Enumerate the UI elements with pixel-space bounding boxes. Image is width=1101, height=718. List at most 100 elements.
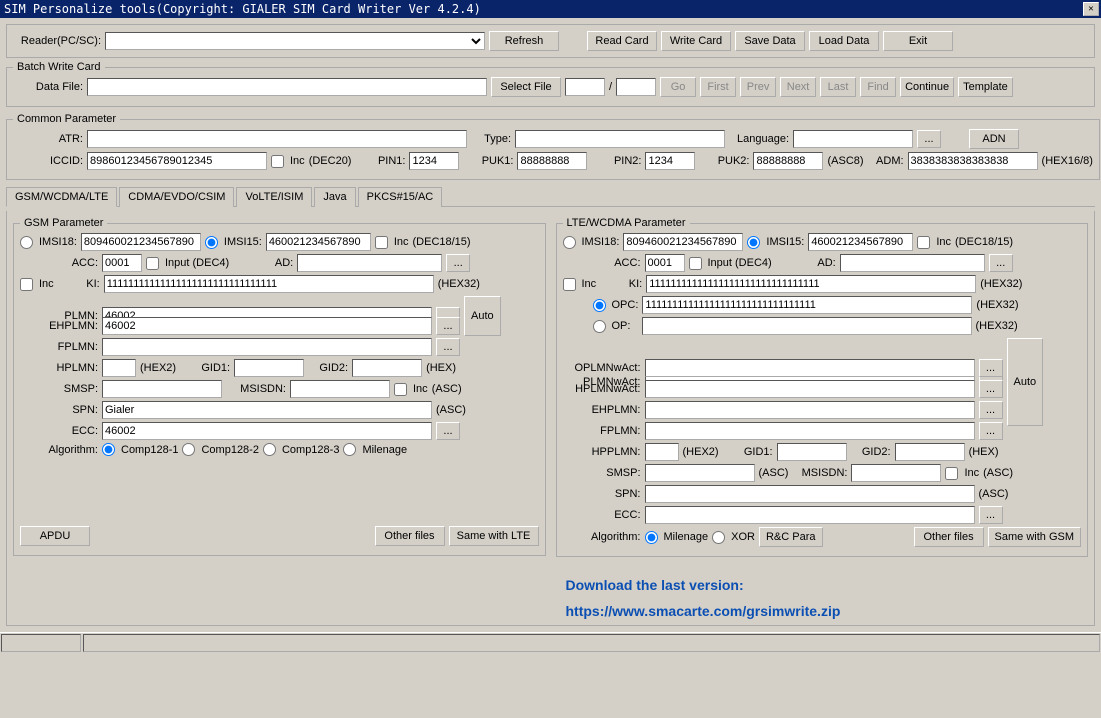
- gsm-fplmn-browse-button[interactable]: ...: [436, 338, 460, 356]
- lte-op-input[interactable]: [642, 317, 972, 335]
- puk1-input[interactable]: [517, 152, 587, 170]
- gsm-imsi18-input[interactable]: [81, 233, 201, 251]
- close-icon[interactable]: ✕: [1083, 2, 1099, 16]
- lte-imsi15-input[interactable]: [808, 233, 913, 251]
- lte-imsi18-input[interactable]: [623, 233, 743, 251]
- adm-input[interactable]: [908, 152, 1038, 170]
- lte-xor-radio[interactable]: [712, 531, 725, 544]
- lte-imsi15-radio[interactable]: [747, 236, 760, 249]
- lte-imsi-inc-checkbox[interactable]: [917, 236, 930, 249]
- gsm-ki-input[interactable]: [104, 275, 434, 293]
- lte-oplmnwact-browse-button[interactable]: ...: [979, 359, 1003, 377]
- pin2-input[interactable]: [645, 152, 695, 170]
- gsm-other-files-button[interactable]: Other files: [375, 526, 445, 546]
- lte-smsp-input[interactable]: [645, 464, 755, 482]
- exit-button[interactable]: Exit: [883, 31, 953, 51]
- gsm-msisdn-input[interactable]: [290, 380, 390, 398]
- gsm-acc-input-checkbox[interactable]: [146, 257, 159, 270]
- download-link[interactable]: https://www.smacarte.com/grsimwrite.zip: [566, 603, 1089, 619]
- gsm-imsi15-input[interactable]: [266, 233, 371, 251]
- tab-java[interactable]: Java: [314, 187, 355, 207]
- write-card-button[interactable]: Write Card: [661, 31, 731, 51]
- adn-button[interactable]: ADN: [969, 129, 1019, 149]
- lte-msisdn-inc-checkbox[interactable]: [945, 467, 958, 480]
- lte-ki-inc-checkbox[interactable]: [563, 278, 576, 291]
- lte-gid2-input[interactable]: [895, 443, 965, 461]
- gsm-hplmn-input[interactable]: [102, 359, 136, 377]
- lte-imsi18-radio[interactable]: [563, 236, 576, 249]
- lte-ki-input[interactable]: [646, 275, 976, 293]
- same-with-lte-button[interactable]: Same with LTE: [449, 526, 539, 546]
- gsm-gid1-input[interactable]: [234, 359, 304, 377]
- lte-fplmn-browse-button[interactable]: ...: [979, 422, 1003, 440]
- gsm-ehplmn-input[interactable]: [102, 317, 432, 335]
- gsm-gid2-input[interactable]: [352, 359, 422, 377]
- lte-msisdn-input[interactable]: [851, 464, 941, 482]
- lte-gid1-input[interactable]: [777, 443, 847, 461]
- lte-fplmn-input[interactable]: [645, 422, 975, 440]
- lte-hplmnwact-browse-button[interactable]: ...: [979, 380, 1003, 398]
- lte-op-radio[interactable]: [593, 320, 606, 333]
- lte-hpplmn-input[interactable]: [645, 443, 679, 461]
- same-with-gsm-button[interactable]: Same with GSM: [988, 527, 1081, 547]
- batch-pos-input[interactable]: [565, 78, 605, 96]
- gsm-imsi15-radio[interactable]: [205, 236, 218, 249]
- lte-opc-input[interactable]: [642, 296, 972, 314]
- apdu-button[interactable]: APDU: [20, 526, 90, 546]
- tab-cdma[interactable]: CDMA/EVDO/CSIM: [119, 187, 234, 207]
- pin1-input[interactable]: [409, 152, 459, 170]
- next-button[interactable]: Next: [780, 77, 816, 97]
- gsm-spn-input[interactable]: [102, 401, 432, 419]
- continue-button[interactable]: Continue: [900, 77, 954, 97]
- gsm-ad-input[interactable]: [297, 254, 442, 272]
- gsm-auto-button[interactable]: Auto: [464, 296, 501, 336]
- tab-volte[interactable]: VoLTE/ISIM: [236, 187, 312, 207]
- lte-oplmnwact-input[interactable]: [645, 359, 975, 377]
- lte-hplmnwact-input[interactable]: [645, 380, 975, 398]
- lte-acc-input[interactable]: [645, 254, 685, 272]
- language-browse-button[interactable]: ...: [917, 130, 941, 148]
- iccid-input[interactable]: [87, 152, 267, 170]
- select-file-button[interactable]: Select File: [491, 77, 561, 97]
- lte-spn-input[interactable]: [645, 485, 975, 503]
- lte-ecc-browse-button[interactable]: ...: [979, 506, 1003, 524]
- tab-pkcs[interactable]: PKCS#15/AC: [358, 187, 443, 207]
- lte-acc-input-checkbox[interactable]: [689, 257, 702, 270]
- gsm-msisdn-inc-checkbox[interactable]: [394, 383, 407, 396]
- lte-milenage-radio[interactable]: [645, 531, 658, 544]
- find-button[interactable]: Find: [860, 77, 896, 97]
- save-data-button[interactable]: Save Data: [735, 31, 805, 51]
- lte-opc-radio[interactable]: [593, 299, 606, 312]
- gsm-ad-browse-button[interactable]: ...: [446, 254, 470, 272]
- gsm-ecc-browse-button[interactable]: ...: [436, 422, 460, 440]
- lte-ad-browse-button[interactable]: ...: [989, 254, 1013, 272]
- gsm-ki-inc-checkbox[interactable]: [20, 278, 33, 291]
- gsm-fplmn-input[interactable]: [102, 338, 432, 356]
- reader-select[interactable]: [105, 32, 485, 50]
- gsm-comp1-radio[interactable]: [102, 443, 115, 456]
- tab-gsm[interactable]: GSM/WCDMA/LTE: [6, 187, 117, 207]
- gsm-imsi-inc-checkbox[interactable]: [375, 236, 388, 249]
- prev-button[interactable]: Prev: [740, 77, 776, 97]
- lte-other-files-button[interactable]: Other files: [914, 527, 984, 547]
- gsm-acc-input[interactable]: [102, 254, 142, 272]
- template-button[interactable]: Template: [958, 77, 1013, 97]
- gsm-ecc-input[interactable]: [102, 422, 432, 440]
- gsm-smsp-input[interactable]: [102, 380, 222, 398]
- gsm-milenage-radio[interactable]: [343, 443, 356, 456]
- load-data-button[interactable]: Load Data: [809, 31, 879, 51]
- batch-total-input[interactable]: [616, 78, 656, 96]
- lte-ehplmn-browse-button[interactable]: ...: [979, 401, 1003, 419]
- last-button[interactable]: Last: [820, 77, 856, 97]
- refresh-button[interactable]: Refresh: [489, 31, 559, 51]
- lte-auto-button[interactable]: Auto: [1007, 338, 1044, 426]
- data-file-input[interactable]: [87, 78, 487, 96]
- read-card-button[interactable]: Read Card: [587, 31, 657, 51]
- language-input[interactable]: [793, 130, 913, 148]
- lte-ecc-input[interactable]: [645, 506, 975, 524]
- gsm-ehplmn-browse-button[interactable]: ...: [436, 317, 460, 335]
- puk2-input[interactable]: [753, 152, 823, 170]
- iccid-inc-checkbox[interactable]: [271, 155, 284, 168]
- gsm-comp3-radio[interactable]: [263, 443, 276, 456]
- lte-ehplmn-input[interactable]: [645, 401, 975, 419]
